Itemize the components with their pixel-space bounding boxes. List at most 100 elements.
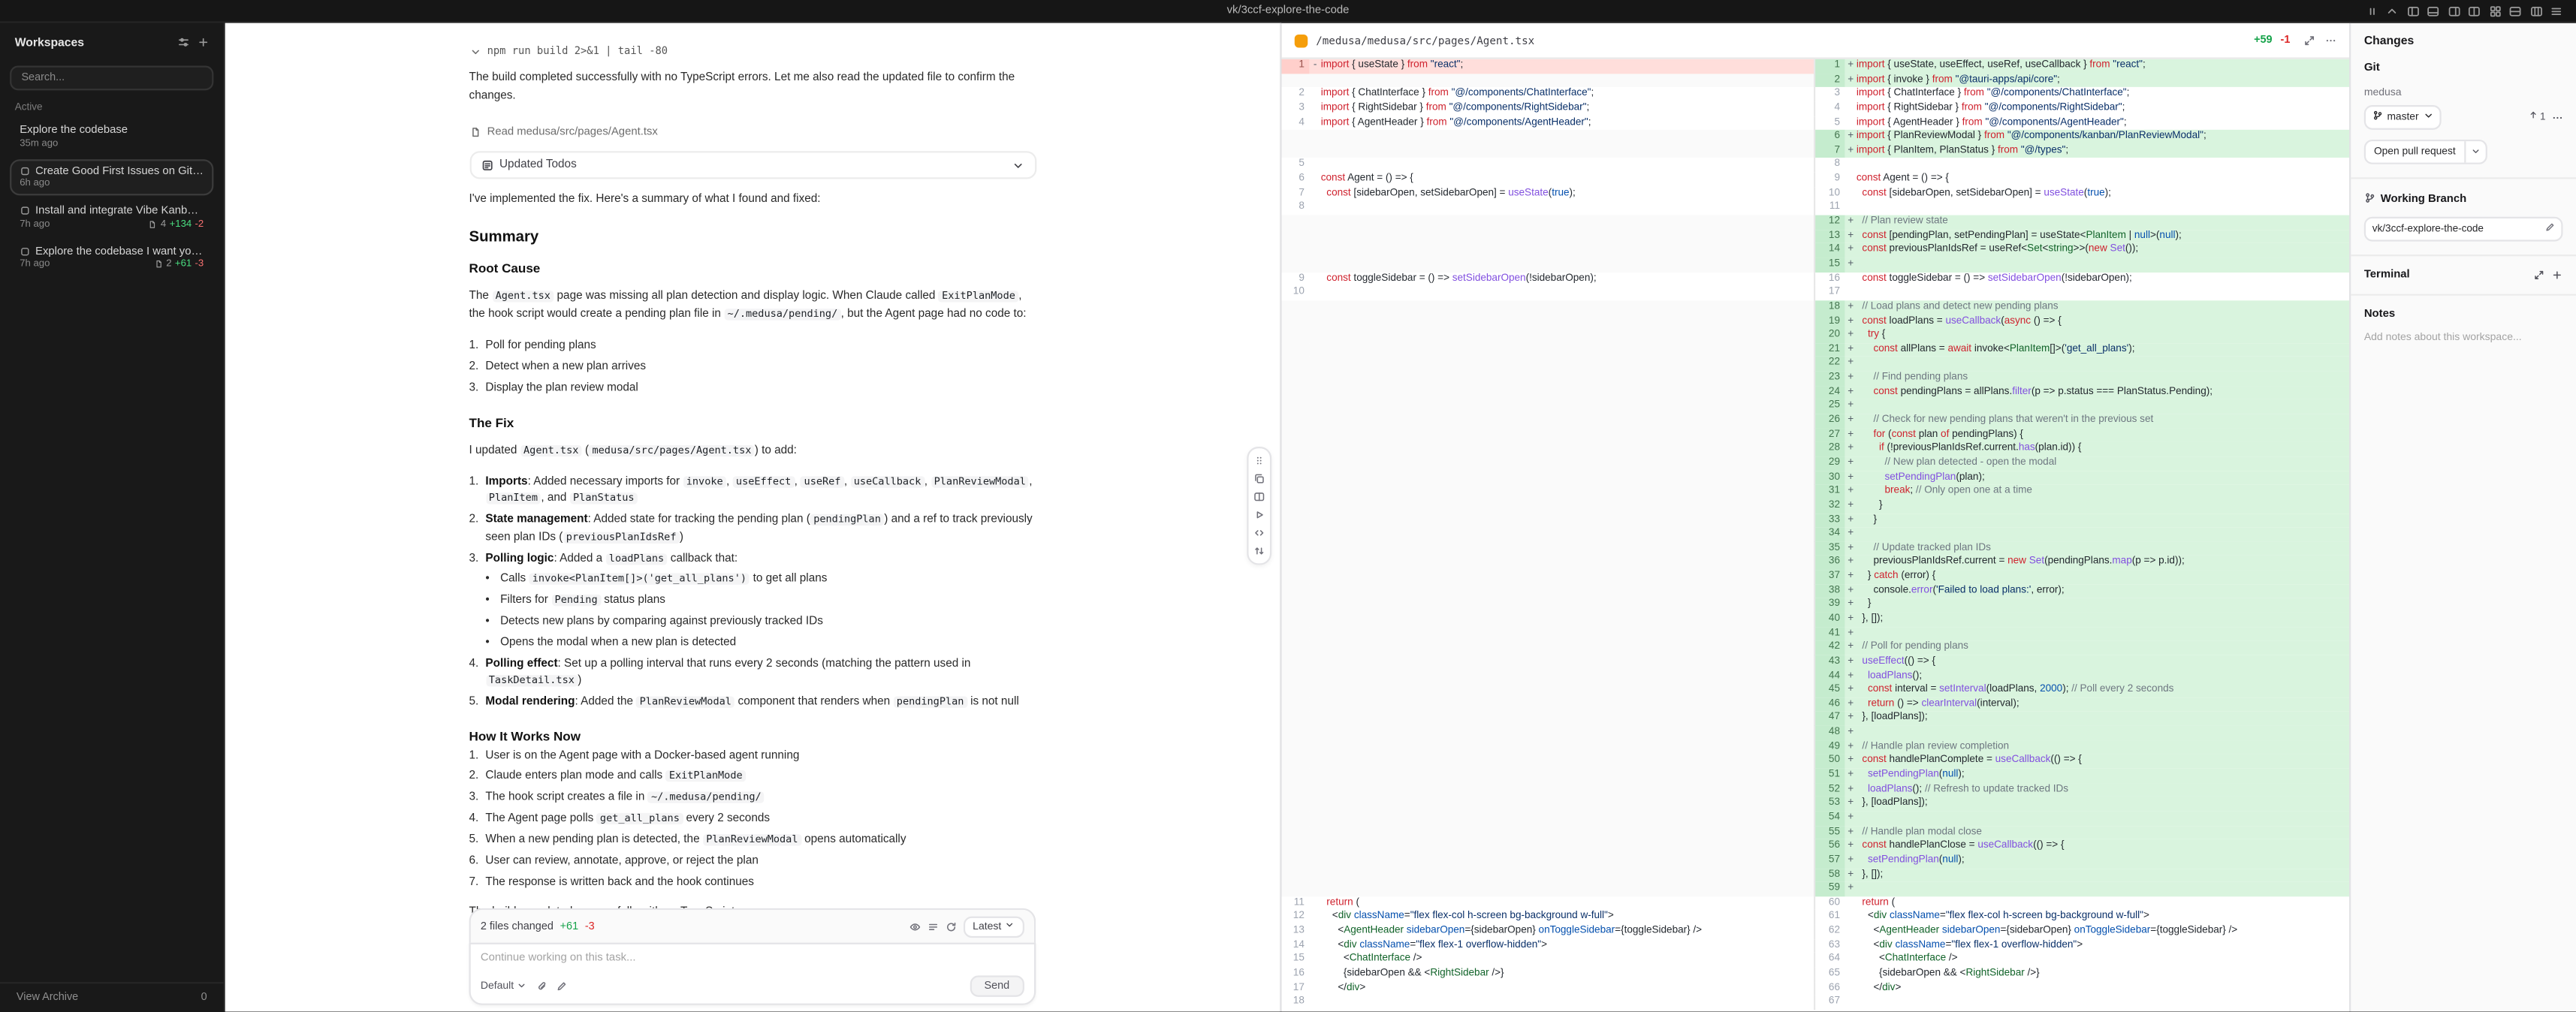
columns-icon[interactable] <box>2468 4 2481 17</box>
plus-icon[interactable] <box>196 36 208 48</box>
expand-icon[interactable] <box>2533 270 2544 281</box>
branch-selector[interactable]: master <box>2364 105 2442 129</box>
panel-left-icon[interactable] <box>2406 4 2420 17</box>
panel-right-icon[interactable] <box>2447 4 2460 17</box>
panel-bottom-icon[interactable] <box>2427 4 2440 17</box>
code-line <box>1845 286 2350 300</box>
line-number: 17 <box>1281 981 1309 995</box>
line-number: 23 <box>1814 372 1845 386</box>
diff-row: 13 <AgentHeader sidebarOpen={sidebarOpen… <box>1281 925 2349 939</box>
code-line: + useEffect(() => { <box>1845 655 2350 670</box>
line-number: 46 <box>1814 697 1845 712</box>
line-number: 52 <box>1814 783 1845 797</box>
terminal-row[interactable]: Terminal <box>2364 270 2563 281</box>
tool-call-row[interactable]: npm run build 2>&1 | tail -80 <box>469 46 1036 57</box>
line-number: 2 <box>1814 74 1845 88</box>
pause-icon[interactable] <box>2365 4 2378 17</box>
line-number: 60 <box>1814 896 1845 911</box>
menu-icon[interactable] <box>2550 4 2563 17</box>
code-line <box>1309 641 1814 655</box>
tool-call-row[interactable]: Read medusa/src/pages/Agent.tsx <box>469 126 1036 137</box>
grid-icon[interactable] <box>2488 4 2502 17</box>
code-line <box>1309 541 1814 556</box>
branch-more-menu-button[interactable] <box>2550 111 2562 123</box>
play-icon[interactable] <box>1253 509 1265 520</box>
code-line <box>1309 258 1814 272</box>
chat-list-item: 2.Detect when a new plan arrives <box>469 360 1036 378</box>
pencil-icon[interactable] <box>2544 221 2554 232</box>
paperclip-icon[interactable] <box>537 981 548 992</box>
floating-toolbar <box>1247 447 1271 565</box>
code-line: </div> <box>1309 981 1814 995</box>
swap-icon[interactable] <box>1253 545 1265 556</box>
line-number <box>1281 329 1309 343</box>
line-number: 66 <box>1814 981 1845 995</box>
search-input[interactable] <box>10 66 213 91</box>
workspace-time: 7h ago <box>20 219 50 229</box>
code-line: import { AgentHeader } from "@/component… <box>1309 116 1814 130</box>
workspace-item[interactable]: Explore the codebase35m ago <box>10 119 213 155</box>
chevron-down-icon <box>469 46 481 57</box>
line-number: 40 <box>1814 613 1845 627</box>
send-button[interactable]: Send <box>970 976 1024 997</box>
eye-icon[interactable] <box>909 921 920 932</box>
view-archive-link[interactable]: View Archive <box>17 992 78 1004</box>
columns-3-icon[interactable] <box>2529 4 2543 17</box>
chat-paragraph: I've implemented the fix. Here's a summa… <box>469 193 1036 211</box>
diff-row: 4 import { AgentHeader } from "@/compone… <box>1281 116 2349 130</box>
expand-icon[interactable] <box>2303 34 2315 46</box>
code-line <box>1309 570 1814 584</box>
refresh-icon[interactable] <box>945 921 956 932</box>
todos-label: Updated Todos <box>499 160 577 171</box>
split-icon[interactable] <box>1253 491 1265 502</box>
diff-body[interactable]: 1-import { useState } from "react";1+imp… <box>1281 59 2349 1012</box>
rows-icon[interactable] <box>2508 4 2522 17</box>
diff-row: 43+ useEffect(() => { <box>1281 655 2349 670</box>
grip-icon[interactable] <box>1253 455 1265 466</box>
diff-row: 2 import { ChatInterface } from "@/compo… <box>1281 88 2349 102</box>
copy-icon[interactable] <box>1253 473 1265 484</box>
composer-area: 2 files changed +61 -3 Latest Default <box>469 908 1036 1005</box>
code-line: const toggleSidebar = () => setSidebarOp… <box>1309 272 1814 286</box>
diff-row: 7 const [sidebarOpen, setSidebarOpen] = … <box>1281 187 2349 201</box>
open-pull-request-button[interactable]: Open pull request <box>2364 139 2487 164</box>
titlebar: vk/3ccf-explore-the-code <box>0 0 2576 23</box>
message-input[interactable] <box>481 953 1024 976</box>
code-line <box>1309 414 1814 428</box>
chevron-down-icon[interactable] <box>1012 159 1024 171</box>
pr-options-chevron[interactable] <box>2464 140 2485 161</box>
diff-icon[interactable] <box>927 921 938 932</box>
model-selector[interactable]: Default <box>481 980 527 993</box>
line-number: 21 <box>1814 343 1845 357</box>
line-number: 62 <box>1814 925 1845 939</box>
working-branch-input[interactable] <box>2372 223 2541 234</box>
workspace-time: 7h ago <box>20 260 50 270</box>
version-selector[interactable]: Latest <box>963 916 1024 937</box>
line-number <box>1281 570 1309 584</box>
plus-icon[interactable] <box>2551 270 2562 281</box>
pen-icon[interactable] <box>557 981 568 992</box>
line-number: 54 <box>1814 812 1845 826</box>
line-number <box>1281 783 1309 797</box>
todos-card[interactable]: Updated Todos <box>469 151 1036 179</box>
code-icon[interactable] <box>1253 527 1265 538</box>
terminal-actions <box>2533 270 2562 281</box>
line-number <box>1281 726 1309 740</box>
line-number: 16 <box>1814 272 1845 286</box>
code-line <box>1309 613 1814 627</box>
branch-icon <box>2364 191 2375 203</box>
chevron-up-icon[interactable] <box>2385 4 2399 17</box>
line-number: 41 <box>1814 627 1845 641</box>
line-number: 9 <box>1281 272 1309 286</box>
notes-input[interactable]: Add notes about this workspace... <box>2364 332 2563 343</box>
chat-paragraph: The Agent.tsx page was missing all plan … <box>469 290 1036 326</box>
code-line: return ( <box>1845 896 2350 911</box>
code-line <box>1309 584 1814 598</box>
workspace-item[interactable]: Install and integrate Vibe Kanban Web...… <box>10 199 213 236</box>
workspace-item[interactable]: Explore the codebase I want you to ex...… <box>10 239 213 276</box>
line-number: 39 <box>1814 598 1845 613</box>
sliders-icon[interactable] <box>177 36 189 48</box>
kebab-icon[interactable] <box>2324 34 2336 46</box>
workspace-item[interactable]: Create Good First Issues on Github So ..… <box>10 158 213 195</box>
chat-scroll-area[interactable]: npm run build 2>&1 | tail -80The build c… <box>225 23 1280 1012</box>
